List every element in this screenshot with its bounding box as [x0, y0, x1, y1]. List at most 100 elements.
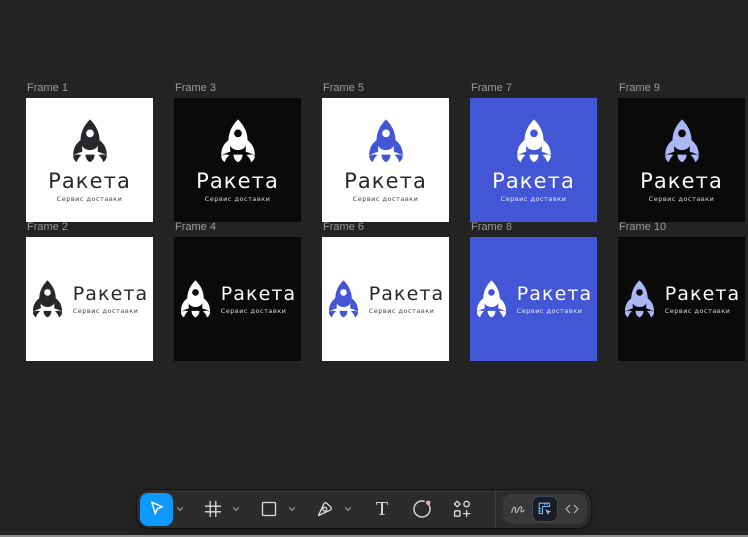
bottom-toolbar: T — [137, 490, 591, 528]
text-tool-button[interactable]: T — [365, 493, 399, 525]
text-tool-icon: T — [375, 498, 389, 520]
pen-tool-button[interactable] — [309, 493, 341, 525]
canvas-frame[interactable]: Frame 8 Ракета Сервис доставки — [470, 221, 597, 361]
rocket-logo-vertical: Ракета Сервис доставки — [174, 98, 301, 222]
rocket-icon — [30, 279, 64, 320]
frame-label[interactable]: Frame 6 — [323, 221, 364, 233]
chevron-down-icon[interactable] — [341, 502, 355, 516]
rocket-logo-vertical: Ракета Сервис доставки — [618, 98, 745, 222]
frame-label[interactable]: Frame 3 — [175, 82, 216, 94]
rocket-logo-vertical: Ракета Сервис доставки — [322, 98, 449, 222]
shape-tool-group — [253, 493, 299, 525]
rocket-logo-vertical: Ракета Сервис доставки — [26, 98, 153, 222]
design-mode-button[interactable] — [532, 496, 558, 522]
canvas-frame[interactable]: Frame 10 Ракета Сервис доставки — [618, 221, 745, 361]
scribble-icon — [511, 506, 525, 514]
canvas-frame[interactable]: Frame 7 Ракета Сервис доставки — [470, 82, 597, 222]
canvas-frame[interactable]: Frame 6 Ракета Сервис доставки — [322, 221, 449, 361]
logo-text: Ракета Сервис доставки — [492, 169, 575, 203]
dev-mode-button[interactable] — [559, 496, 585, 522]
canvas-frame[interactable]: Frame 1 Ракета Сервис доставки — [26, 82, 153, 222]
draw-mode-button[interactable] — [505, 496, 531, 522]
logo-title: Ракета — [344, 168, 427, 193]
rocket-icon — [326, 279, 360, 320]
logo-text: Ракета Сервис доставки — [369, 283, 445, 315]
frame-label[interactable]: Frame 5 — [323, 82, 364, 94]
logo-subtitle: Сервис доставки — [664, 307, 731, 315]
rocket-logo-vertical: Ракета Сервис доставки — [470, 98, 597, 222]
pen-tool-group — [309, 493, 355, 525]
logo-subtitle: Сервис доставки — [516, 307, 583, 315]
canvas-frame[interactable]: Frame 2 Ракета Сервис доставки — [26, 221, 153, 361]
rocket-icon — [662, 118, 701, 165]
frame-tool-button[interactable] — [197, 493, 229, 525]
logo-subtitle: Сервис доставки — [368, 307, 435, 315]
rocket-icon — [622, 279, 656, 320]
logo-subtitle: Сервис доставки — [648, 194, 715, 203]
logo-subtitle: Сервис доставки — [56, 194, 123, 203]
logo-subtitle: Сервис доставки — [220, 307, 287, 315]
rocket-logo-horizontal: Ракета Сервис доставки — [174, 237, 301, 361]
chevron-down-icon[interactable] — [173, 502, 187, 516]
logo-title: Ракета — [368, 283, 445, 305]
rocket-icon — [366, 118, 405, 165]
frame-label[interactable]: Frame 4 — [175, 221, 216, 233]
logo-title: Ракета — [640, 168, 723, 193]
pen-nib-icon — [317, 502, 332, 517]
logo-text: Ракета Сервис доставки — [665, 283, 741, 315]
logo-title: Ракета — [196, 168, 279, 193]
shape-tool-button[interactable] — [253, 493, 285, 525]
actions-button[interactable] — [405, 493, 439, 525]
logo-title: Ракета — [220, 283, 297, 305]
logo-text: Ракета Сервис доставки — [48, 169, 131, 203]
canvas-frame[interactable]: Frame 3 Ракета Сервис доставки — [174, 82, 301, 222]
rocket-icon — [178, 279, 212, 320]
rectangle-icon — [261, 501, 277, 517]
resources-button[interactable] — [445, 493, 479, 525]
notification-dot — [425, 500, 431, 506]
chevron-down-icon[interactable] — [229, 502, 243, 516]
logo-text: Ракета Сервис доставки — [344, 169, 427, 203]
logo-subtitle: Сервис доставки — [500, 194, 567, 203]
logo-text: Ракета Сервис доставки — [640, 169, 723, 203]
shapes-plus-icon — [453, 500, 471, 518]
frame-label[interactable]: Frame 9 — [619, 82, 660, 94]
logo-subtitle: Сервис доставки — [204, 194, 271, 203]
logo-title: Ракета — [516, 283, 593, 305]
chevron-down-icon[interactable] — [285, 502, 299, 516]
frame-label[interactable]: Frame 10 — [619, 221, 666, 233]
frame-grid-icon — [204, 500, 222, 518]
rocket-icon — [474, 279, 508, 320]
canvas-frame[interactable]: Frame 4 Ракета Сервис доставки — [174, 221, 301, 361]
mode-switcher — [503, 494, 587, 524]
move-tool-button[interactable] — [140, 492, 173, 526]
rocket-logo-horizontal: Ракета Сервис доставки — [618, 237, 745, 361]
code-icon — [565, 504, 579, 514]
logo-text: Ракета Сервис доставки — [517, 283, 593, 315]
rocket-logo-horizontal: Ракета Сервис доставки — [26, 237, 153, 361]
rocket-logo-horizontal: Ракета Сервис доставки — [322, 237, 449, 361]
logo-title: Ракета — [664, 283, 741, 305]
frame-label[interactable]: Frame 7 — [471, 82, 512, 94]
logo-subtitle: Сервис доставки — [72, 307, 139, 315]
frame-tool-group — [197, 493, 243, 525]
logo-text: Ракета Сервис доставки — [73, 283, 149, 315]
frame-label[interactable]: Frame 1 — [27, 82, 68, 94]
rocket-icon — [218, 118, 257, 165]
logo-title: Ракета — [48, 168, 131, 193]
actions-circle-icon — [413, 500, 431, 518]
frame-label[interactable]: Frame 2 — [27, 221, 68, 233]
figma-dark-canvas: { "palette":{ "canvas":"#232323", "toolb… — [0, 0, 748, 537]
rocket-icon — [70, 118, 109, 165]
logo-title: Ракета — [492, 168, 575, 193]
canvas-frame[interactable]: Frame 9 Ракета Сервис доставки — [618, 82, 745, 222]
rocket-icon — [514, 118, 553, 165]
toolbar-divider — [495, 490, 496, 528]
logo-text: Ракета Сервис доставки — [196, 169, 279, 203]
move-cursor-icon — [150, 501, 163, 515]
logo-title: Ракета — [72, 283, 149, 305]
ruler-cursor-icon — [538, 502, 552, 515]
frame-label[interactable]: Frame 8 — [471, 221, 512, 233]
canvas-frame[interactable]: Frame 5 Ракета Сервис доставки — [322, 82, 449, 222]
logo-subtitle: Сервис доставки — [352, 194, 419, 203]
